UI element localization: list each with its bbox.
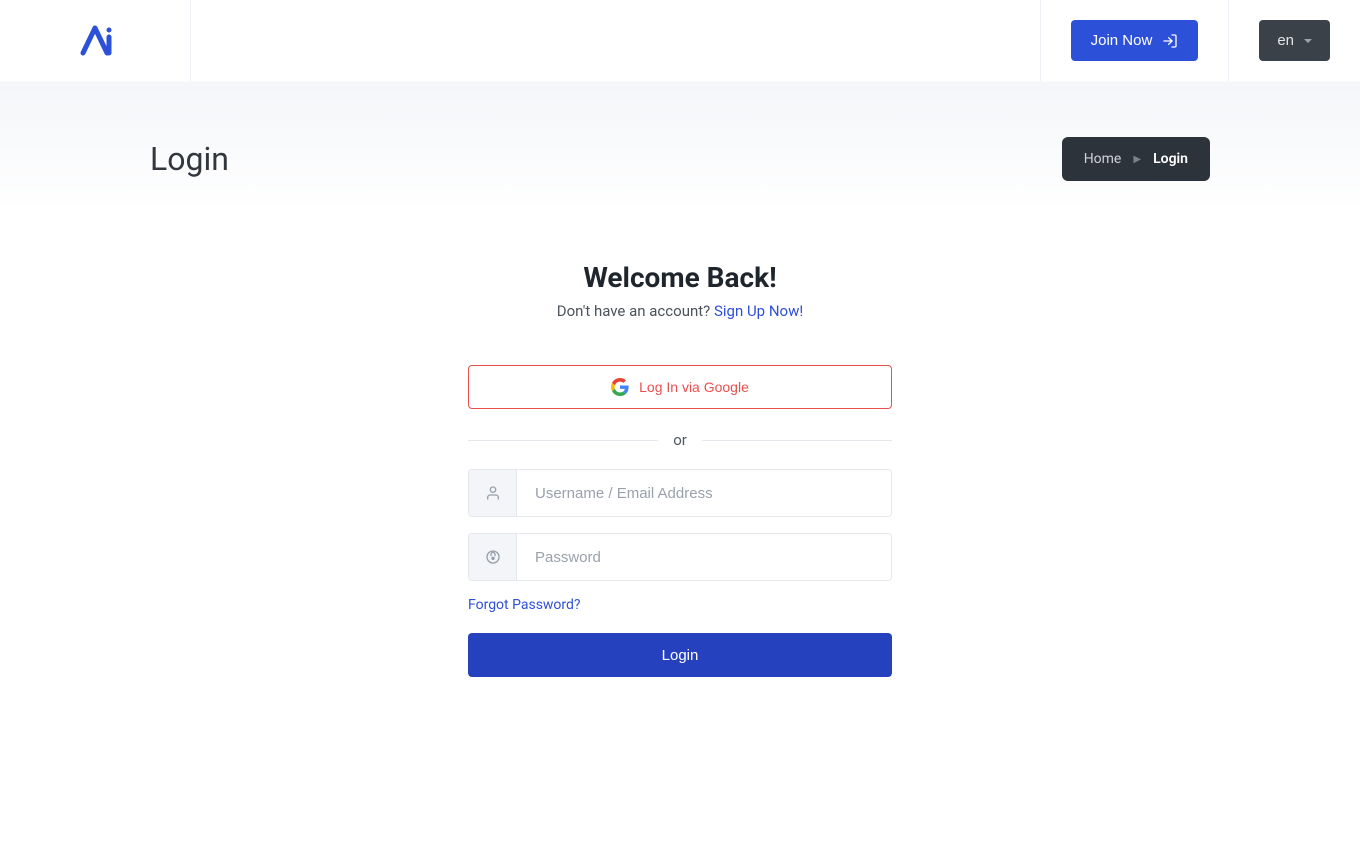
login-form: Welcome Back! Don't have an account? Sig… [468, 261, 892, 677]
site-header: Join Now en [0, 0, 1360, 82]
chevron-right-icon: ▶ [1133, 154, 1141, 165]
join-now-label: Join Now [1091, 32, 1153, 49]
signup-prompt: Don't have an account? Sign Up Now! [468, 302, 892, 320]
site-logo[interactable] [75, 23, 115, 59]
forgot-password-link[interactable]: Forgot Password? [468, 597, 892, 613]
welcome-title: Welcome Back! [468, 261, 892, 294]
signup-link[interactable]: Sign Up Now! [714, 302, 803, 320]
divider-line-left [468, 440, 658, 441]
join-now-button[interactable]: Join Now [1071, 20, 1199, 61]
language-select[interactable]: en [1259, 20, 1330, 61]
google-login-button[interactable]: Log In via Google [468, 365, 892, 409]
breadcrumb-home[interactable]: Home [1084, 151, 1122, 167]
username-input[interactable] [517, 470, 891, 516]
page-subheader: Login Home ▶ Login [0, 82, 1360, 211]
password-group [468, 533, 892, 581]
divider-text: or [673, 431, 687, 449]
google-icon [611, 378, 629, 396]
username-group [468, 469, 892, 517]
form-header: Welcome Back! Don't have an account? Sig… [468, 261, 892, 320]
logo-section [0, 23, 190, 59]
login-button[interactable]: Login [468, 633, 892, 677]
divider: or [468, 431, 892, 449]
main-content: Welcome Back! Don't have an account? Sig… [0, 211, 1360, 677]
username-icon-box [469, 470, 517, 516]
page-title: Login [150, 140, 229, 178]
header-actions: Join Now en [1040, 0, 1360, 81]
breadcrumb: Home ▶ Login [1062, 137, 1210, 181]
join-group: Join Now [1040, 0, 1229, 81]
lang-group: en [1228, 0, 1360, 81]
chevron-down-icon [1304, 39, 1312, 43]
nav-section [190, 0, 1040, 81]
password-icon-box [469, 534, 517, 580]
google-login-label: Log In via Google [639, 379, 749, 395]
lock-icon [485, 549, 501, 565]
breadcrumb-current: Login [1153, 151, 1188, 167]
language-label: en [1277, 32, 1294, 49]
divider-line-right [702, 440, 892, 441]
password-input[interactable] [517, 534, 891, 580]
login-arrow-icon [1162, 33, 1178, 49]
user-icon [485, 485, 501, 501]
signup-prompt-text: Don't have an account? [557, 302, 714, 320]
